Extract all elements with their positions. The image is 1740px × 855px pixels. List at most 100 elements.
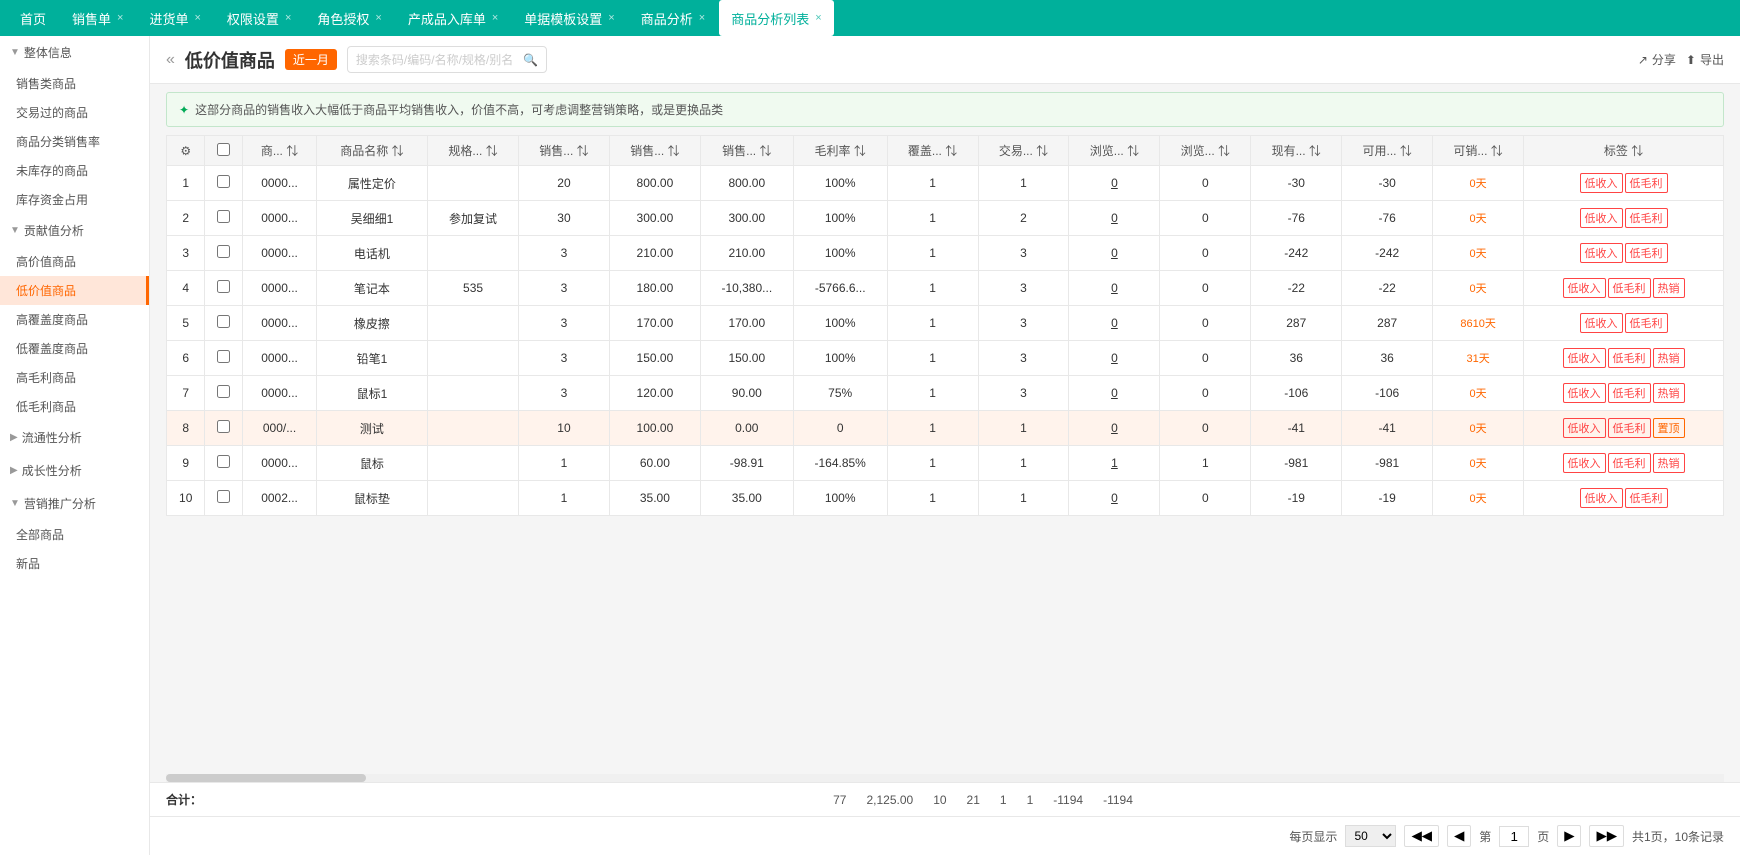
row-browse1[interactable]: 0 bbox=[1069, 201, 1160, 236]
nav-purchase-order[interactable]: 进货单 × bbox=[137, 0, 212, 36]
sidebar-group-growth[interactable]: ▶ 成长性分析 bbox=[0, 454, 149, 487]
col-browse2[interactable]: 浏览... ⇅ bbox=[1160, 136, 1251, 166]
col-browse1[interactable]: 浏览... ⇅ bbox=[1069, 136, 1160, 166]
close-icon[interactable]: × bbox=[699, 12, 705, 24]
sidebar-item-no-stock-products[interactable]: 未库存的商品 bbox=[0, 156, 149, 185]
col-sellable[interactable]: 可销... ⇅ bbox=[1433, 136, 1524, 166]
nav-sales-order[interactable]: 销售单 × bbox=[60, 0, 135, 36]
close-icon[interactable]: × bbox=[608, 12, 614, 24]
per-page-select[interactable]: 50 100 200 bbox=[1345, 825, 1396, 847]
browse-link[interactable]: 0 bbox=[1111, 246, 1118, 260]
sidebar-item-traded-products[interactable]: 交易过的商品 bbox=[0, 98, 149, 127]
row-checkbox[interactable] bbox=[217, 420, 230, 433]
nav-roles[interactable]: 角色授权 × bbox=[305, 0, 393, 36]
sidebar-item-low-margin[interactable]: 低毛利商品 bbox=[0, 392, 149, 421]
row-checkbox[interactable] bbox=[217, 490, 230, 503]
nav-finished-goods[interactable]: 产成品入库单 × bbox=[396, 0, 510, 36]
select-all-checkbox[interactable] bbox=[217, 143, 230, 156]
row-browse1[interactable]: 0 bbox=[1069, 411, 1160, 446]
sidebar-item-stock-capital[interactable]: 库存资金占用 bbox=[0, 185, 149, 214]
row-checkbox-cell[interactable] bbox=[205, 376, 243, 411]
collapse-sidebar-btn[interactable]: « bbox=[166, 51, 175, 69]
browse-link[interactable]: 1 bbox=[1111, 456, 1118, 470]
col-stock1[interactable]: 现有... ⇅ bbox=[1251, 136, 1342, 166]
col-margin[interactable]: 毛利率 ⇅ bbox=[793, 136, 887, 166]
browse-link[interactable]: 0 bbox=[1111, 386, 1118, 400]
row-checkbox[interactable] bbox=[217, 385, 230, 398]
row-checkbox-cell[interactable] bbox=[205, 166, 243, 201]
browse-link[interactable]: 0 bbox=[1111, 176, 1118, 190]
search-box[interactable]: 搜索条码/编码/名称/规格/别名 🔍 bbox=[347, 46, 547, 73]
row-browse1[interactable]: 0 bbox=[1069, 306, 1160, 341]
page-number-input[interactable] bbox=[1499, 826, 1529, 847]
sidebar-item-low-value[interactable]: 低价值商品 bbox=[0, 276, 149, 305]
close-icon[interactable]: × bbox=[117, 12, 123, 24]
sidebar-group-overall[interactable]: ▼ 整体信息 bbox=[0, 36, 149, 69]
close-icon[interactable]: × bbox=[285, 12, 291, 24]
browse-link[interactable]: 0 bbox=[1111, 351, 1118, 365]
col-s1[interactable]: 销售... ⇅ bbox=[519, 136, 610, 166]
col-settings[interactable]: ⚙ bbox=[167, 136, 205, 166]
sidebar-item-all-products[interactable]: 全部商品 bbox=[0, 520, 149, 549]
close-icon[interactable]: × bbox=[492, 12, 498, 24]
browse-link[interactable]: 0 bbox=[1111, 421, 1118, 435]
sidebar-item-sales-products[interactable]: 销售类商品 bbox=[0, 69, 149, 98]
sidebar-group-circulation[interactable]: ▶ 流通性分析 bbox=[0, 421, 149, 454]
nav-home[interactable]: 首页 bbox=[8, 0, 58, 36]
sidebar-item-category-sales-rate[interactable]: 商品分类销售率 bbox=[0, 127, 149, 156]
row-checkbox-cell[interactable] bbox=[205, 236, 243, 271]
scrollbar-thumb[interactable] bbox=[166, 774, 366, 782]
row-checkbox-cell[interactable] bbox=[205, 481, 243, 516]
search-icon[interactable]: 🔍 bbox=[523, 53, 538, 67]
sidebar-item-new-products[interactable]: 新品 bbox=[0, 549, 149, 578]
col-stock2[interactable]: 可用... ⇅ bbox=[1342, 136, 1433, 166]
sidebar-group-contribution[interactable]: ▼ 贡献值分析 bbox=[0, 214, 149, 247]
time-filter-btn[interactable]: 近一月 bbox=[285, 49, 337, 70]
col-name[interactable]: 商品名称 ⇅ bbox=[316, 136, 427, 166]
row-checkbox[interactable] bbox=[217, 315, 230, 328]
sidebar-group-marketing[interactable]: ▼ 营销推广分析 bbox=[0, 487, 149, 520]
browse-link[interactable]: 0 bbox=[1111, 211, 1118, 225]
row-checkbox-cell[interactable] bbox=[205, 446, 243, 481]
close-icon[interactable]: × bbox=[815, 12, 821, 24]
next-page-btn[interactable]: ▶ bbox=[1557, 825, 1581, 847]
row-checkbox-cell[interactable] bbox=[205, 201, 243, 236]
close-icon[interactable]: × bbox=[194, 12, 200, 24]
settings-icon[interactable]: ⚙ bbox=[180, 144, 191, 158]
row-browse1[interactable]: 0 bbox=[1069, 166, 1160, 201]
sidebar-item-low-coverage[interactable]: 低覆盖度商品 bbox=[0, 334, 149, 363]
row-browse1[interactable]: 0 bbox=[1069, 481, 1160, 516]
last-page-btn[interactable]: ▶▶ bbox=[1589, 825, 1624, 847]
col-spec[interactable]: 规格... ⇅ bbox=[428, 136, 519, 166]
nav-template-settings[interactable]: 单据模板设置 × bbox=[512, 0, 626, 36]
export-btn[interactable]: ⬆ 导出 bbox=[1686, 51, 1724, 68]
share-btn[interactable]: ↗ 分享 bbox=[1638, 51, 1676, 68]
row-browse1[interactable]: 0 bbox=[1069, 271, 1160, 306]
row-checkbox-cell[interactable] bbox=[205, 271, 243, 306]
row-browse1[interactable]: 0 bbox=[1069, 236, 1160, 271]
close-icon[interactable]: × bbox=[375, 12, 381, 24]
row-browse1[interactable]: 0 bbox=[1069, 341, 1160, 376]
row-checkbox[interactable] bbox=[217, 280, 230, 293]
row-checkbox[interactable] bbox=[217, 350, 230, 363]
horizontal-scrollbar[interactable] bbox=[166, 774, 1724, 782]
col-transaction[interactable]: 交易... ⇅ bbox=[978, 136, 1069, 166]
col-checkbox[interactable] bbox=[205, 136, 243, 166]
col-s3[interactable]: 销售... ⇅ bbox=[700, 136, 793, 166]
row-browse1[interactable]: 1 bbox=[1069, 446, 1160, 481]
col-tags[interactable]: 标签 ⇅ bbox=[1524, 136, 1724, 166]
nav-product-analysis[interactable]: 商品分析 × bbox=[629, 0, 717, 36]
sidebar-item-high-margin[interactable]: 高毛利商品 bbox=[0, 363, 149, 392]
prev-page-btn[interactable]: ◀ bbox=[1447, 825, 1471, 847]
sidebar-item-high-value[interactable]: 高价值商品 bbox=[0, 247, 149, 276]
row-checkbox-cell[interactable] bbox=[205, 341, 243, 376]
first-page-btn[interactable]: ◀◀ bbox=[1404, 825, 1439, 847]
nav-product-analysis-list[interactable]: 商品分析列表 × bbox=[719, 0, 833, 36]
browse-link[interactable]: 0 bbox=[1111, 491, 1118, 505]
browse-link[interactable]: 0 bbox=[1111, 316, 1118, 330]
col-s2[interactable]: 销售... ⇅ bbox=[609, 136, 700, 166]
col-coverage[interactable]: 覆盖... ⇅ bbox=[887, 136, 978, 166]
sidebar-item-high-coverage[interactable]: 高覆盖度商品 bbox=[0, 305, 149, 334]
nav-permissions[interactable]: 权限设置 × bbox=[215, 0, 303, 36]
row-checkbox-cell[interactable] bbox=[205, 306, 243, 341]
